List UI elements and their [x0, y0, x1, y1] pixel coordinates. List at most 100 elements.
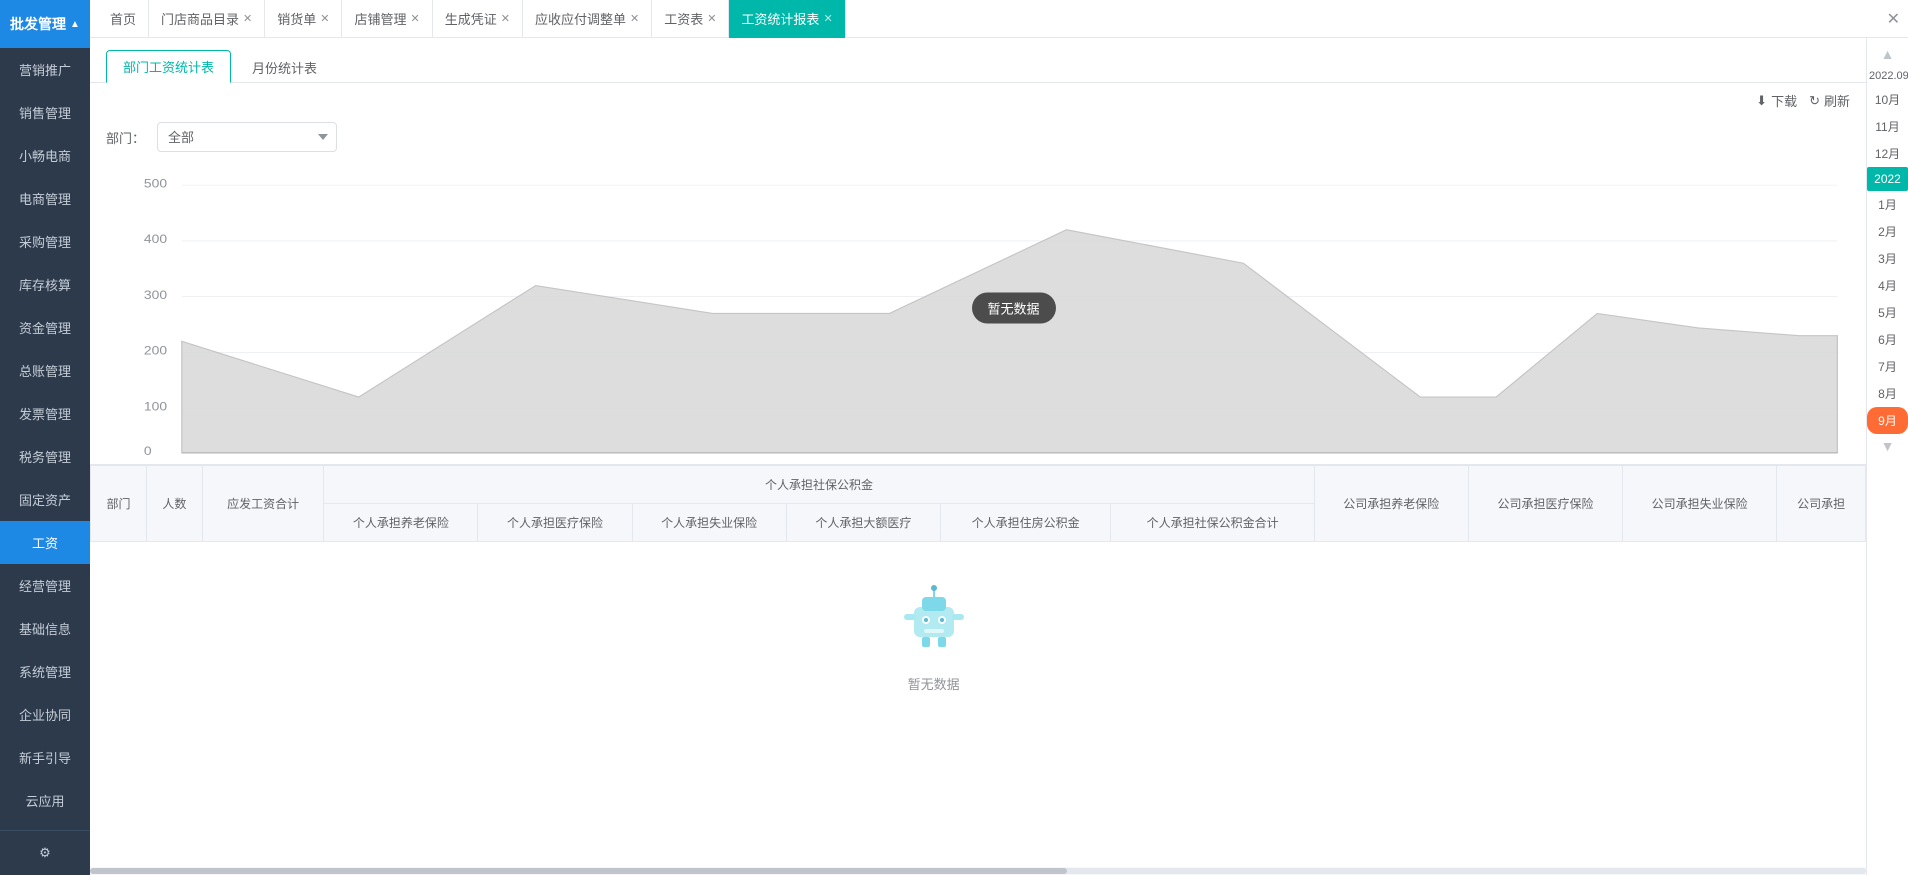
toolbar: ⬇ 下载 ↻ 刷新 [90, 83, 1866, 118]
svg-text:100: 100 [144, 399, 167, 413]
chart-table-wrapper: 500 400 300 200 100 0 [90, 164, 1866, 875]
sidebar-item-finance[interactable]: 资金管理 [0, 306, 90, 349]
svg-text:0: 0 [144, 444, 152, 458]
tab-close-icon[interactable]: ✕ [630, 12, 639, 25]
timeline-year-label: 2022.09 [1867, 66, 1908, 86]
th-personal-social-group: 个人承担社保公积金 [324, 466, 1314, 504]
sidebar-settings-icon[interactable]: ⚙ [0, 831, 90, 875]
horizontal-scrollbar[interactable] [90, 867, 1866, 875]
tab-payroll-report[interactable]: 工资统计报表 ✕ [729, 0, 845, 38]
th-headcount: 人数 [146, 466, 202, 542]
th-personal-major-medical: 个人承担大额医疗 [786, 504, 940, 542]
sidebar-item-cloud[interactable]: 云应用 [0, 779, 90, 822]
main-area: 首页 门店商品目录 ✕ 销货单 ✕ 店铺管理 ✕ 生成凭证 ✕ 应收应付调整单 … [90, 0, 1908, 875]
content-area: 部门工资统计表 月份统计表 ⬇ 下载 ↻ 刷新 部门： [90, 38, 1908, 875]
filter-bar: 部门： 全部 [90, 118, 1866, 164]
empty-icon [894, 582, 974, 662]
data-table: 部门 人数 应发工资合计 个人承担社保公积金 公司承担养老保险 公司承担医疗保险… [90, 465, 1866, 733]
timeline-month-oct[interactable]: 10月 [1867, 86, 1908, 113]
tab-store-manage[interactable]: 店铺管理 ✕ [342, 0, 432, 38]
sub-tab-monthly[interactable]: 月份统计表 [235, 51, 334, 83]
timeline-month-jan[interactable]: 1月 [1867, 191, 1908, 218]
th-company-other: 公司承担 [1777, 466, 1866, 542]
tab-close-icon[interactable]: ✕ [243, 12, 252, 25]
sidebar-item-tax[interactable]: 税务管理 [0, 435, 90, 478]
tab-sales-order[interactable]: 销货单 ✕ [265, 0, 342, 38]
tab-home[interactable]: 首页 [98, 0, 149, 38]
tab-bar-close-button[interactable]: ✕ [1887, 9, 1900, 29]
refresh-button[interactable]: ↻ 刷新 [1809, 91, 1850, 110]
empty-state: 暂无数据 [91, 542, 1777, 733]
department-select[interactable]: 全部 [157, 122, 337, 152]
sidebar-item-basic-info[interactable]: 基础信息 [0, 607, 90, 650]
timeline-year-2022-badge[interactable]: 2022 [1867, 167, 1908, 191]
table-wrapper[interactable]: 部门 人数 应发工资合计 个人承担社保公积金 公司承担养老保险 公司承担医疗保险… [90, 464, 1866, 867]
sidebar-item-marketing[interactable]: 营销推广 [0, 48, 90, 91]
chart-area: 500 400 300 200 100 0 [90, 164, 1866, 464]
tab-close-icon[interactable]: ✕ [501, 12, 510, 25]
sidebar-item-system[interactable]: 系统管理 [0, 650, 90, 693]
sidebar-item-purchase[interactable]: 采购管理 [0, 220, 90, 263]
sidebar-item-management[interactable]: 经营管理 [0, 564, 90, 607]
tab-generate-voucher[interactable]: 生成凭证 ✕ [433, 0, 523, 38]
sidebar-title-arrow-icon: ▲ [70, 19, 80, 30]
scroll-thumb[interactable] [90, 868, 1067, 874]
sidebar-item-assets[interactable]: 固定资产 [0, 478, 90, 521]
inner-content: 部门工资统计表 月份统计表 ⬇ 下载 ↻ 刷新 部门： [90, 38, 1866, 875]
timeline-month-feb[interactable]: 2月 [1867, 218, 1908, 245]
sidebar: 批发管理 ▲ 营销推广 销售管理 小畅电商 电商管理 采购管理 库存核算 资金管… [0, 0, 90, 875]
sidebar-title[interactable]: 批发管理 ▲ [0, 0, 90, 48]
sidebar-item-newuser[interactable]: 新手引导 [0, 736, 90, 779]
sidebar-item-ecommerce-small[interactable]: 小畅电商 [0, 134, 90, 177]
th-company-pension: 公司承担养老保险 [1314, 466, 1468, 542]
timeline-month-jul[interactable]: 7月 [1867, 353, 1908, 380]
tab-bar-end: ✕ [1887, 9, 1900, 29]
timeline-panel: ▲ 2022.09 10月 11月 12月 2022 1月 2月 3月 4月 [1866, 38, 1908, 875]
tab-payroll[interactable]: 工资表 ✕ [652, 0, 729, 38]
timeline-down-arrow[interactable]: ▼ [1877, 434, 1899, 458]
th-gross-salary: 应发工资合计 [202, 466, 323, 542]
th-personal-housing-fund: 个人承担住房公积金 [940, 504, 1111, 542]
timeline-month-jun[interactable]: 6月 [1867, 326, 1908, 353]
th-company-medical: 公司承担医疗保险 [1468, 466, 1622, 542]
timeline-month-mar[interactable]: 3月 [1867, 245, 1908, 272]
sub-tab-department[interactable]: 部门工资统计表 [106, 50, 231, 83]
timeline-month-aug[interactable]: 8月 [1867, 380, 1908, 407]
sidebar-item-enterprise[interactable]: 企业协同 [0, 693, 90, 736]
sidebar-item-ledger[interactable]: 总账管理 [0, 349, 90, 392]
timeline-month-sep[interactable]: 9月 [1867, 407, 1908, 434]
tab-close-icon[interactable]: ✕ [411, 12, 420, 25]
filter-label: 部门： [106, 128, 145, 147]
th-personal-total: 个人承担社保公积金合计 [1111, 504, 1314, 542]
th-company-unemployment: 公司承担失业保险 [1623, 466, 1777, 542]
svg-text:400: 400 [144, 232, 167, 246]
svg-text:500: 500 [144, 176, 167, 190]
timeline-month-nov[interactable]: 11月 [1867, 113, 1908, 140]
tab-ap-adjust[interactable]: 应收应付调整单 ✕ [523, 0, 652, 38]
timeline-month-dec[interactable]: 12月 [1867, 140, 1908, 167]
sidebar-item-sales[interactable]: 销售管理 [0, 91, 90, 134]
sub-tabs: 部门工资统计表 月份统计表 [90, 38, 1866, 83]
th-personal-medical: 个人承担医疗保险 [478, 504, 632, 542]
sidebar-item-ecommerce[interactable]: 电商管理 [0, 177, 90, 220]
sidebar-bottom: ⚙ [0, 830, 90, 875]
svg-text:200: 200 [144, 343, 167, 357]
sidebar-item-salary[interactable]: 工资 [0, 521, 90, 564]
scroll-track [90, 868, 1866, 874]
download-icon: ⬇ [1756, 93, 1767, 109]
empty-text: 暂无数据 [908, 674, 960, 693]
th-personal-pension: 个人承担养老保险 [324, 504, 478, 542]
th-personal-unemployment: 个人承担失业保险 [632, 504, 786, 542]
refresh-icon: ↻ [1809, 93, 1820, 109]
tab-close-icon-active[interactable]: ✕ [823, 12, 832, 25]
timeline-month-apr[interactable]: 4月 [1867, 272, 1908, 299]
sidebar-item-invoice[interactable]: 发票管理 [0, 392, 90, 435]
sidebar-item-inventory[interactable]: 库存核算 [0, 263, 90, 306]
tab-close-icon[interactable]: ✕ [707, 12, 716, 25]
tab-close-icon[interactable]: ✕ [320, 12, 329, 25]
timeline-month-may[interactable]: 5月 [1867, 299, 1908, 326]
tab-product-catalog[interactable]: 门店商品目录 ✕ [149, 0, 265, 38]
timeline-up-arrow[interactable]: ▲ [1877, 42, 1899, 66]
svg-text:300: 300 [144, 288, 167, 302]
download-button[interactable]: ⬇ 下载 [1756, 91, 1797, 110]
